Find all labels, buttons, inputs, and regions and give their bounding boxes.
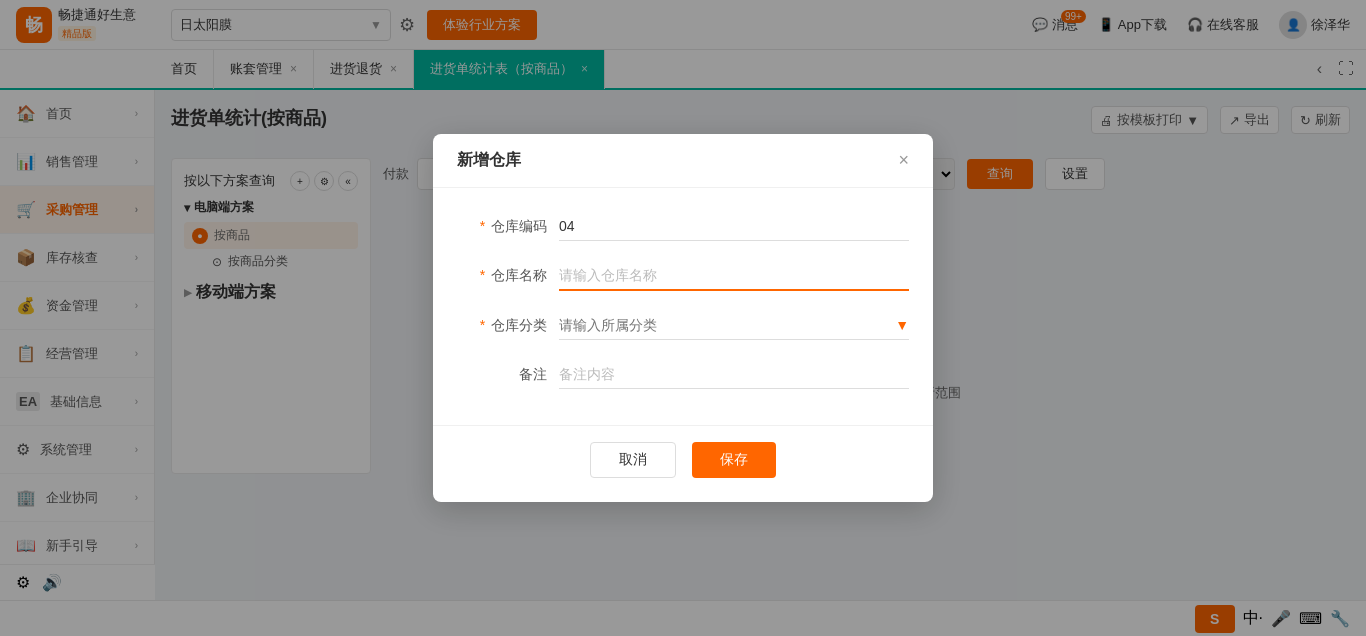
modal-title: 新增仓库 <box>457 150 521 171</box>
save-button[interactable]: 保存 <box>692 442 776 478</box>
warehouse-note-input[interactable] <box>559 360 909 389</box>
category-required-star: * <box>480 317 485 333</box>
modal-footer: 取消 保存 <box>433 425 933 502</box>
name-required-star: * <box>480 267 485 283</box>
warehouse-category-select-row: ▼ <box>559 311 909 340</box>
code-required-star: * <box>480 218 485 234</box>
modal-close-button[interactable]: × <box>898 150 909 171</box>
warehouse-name-row: * 仓库名称 <box>457 261 909 291</box>
cancel-button[interactable]: 取消 <box>590 442 676 478</box>
warehouse-code-label: * 仓库编码 <box>457 218 547 236</box>
warehouse-note-row: 备注 <box>457 360 909 389</box>
modal-header: 新增仓库 × <box>433 134 933 188</box>
category-dropdown-arrow[interactable]: ▼ <box>895 317 909 333</box>
warehouse-category-row: * 仓库分类 ▼ <box>457 311 909 340</box>
warehouse-code-input[interactable] <box>559 212 909 241</box>
warehouse-name-input[interactable] <box>559 261 909 291</box>
warehouse-code-row: * 仓库编码 <box>457 212 909 241</box>
new-warehouse-modal: 新增仓库 × * 仓库编码 * 仓库名称 <box>433 134 933 502</box>
warehouse-category-label: * 仓库分类 <box>457 317 547 335</box>
warehouse-name-label: * 仓库名称 <box>457 267 547 285</box>
modal-body: * 仓库编码 * 仓库名称 * 仓库分类 <box>433 188 933 425</box>
warehouse-note-label: 备注 <box>457 366 547 384</box>
modal-overlay[interactable]: 新增仓库 × * 仓库编码 * 仓库名称 <box>0 0 1366 636</box>
warehouse-category-input[interactable] <box>559 317 895 333</box>
